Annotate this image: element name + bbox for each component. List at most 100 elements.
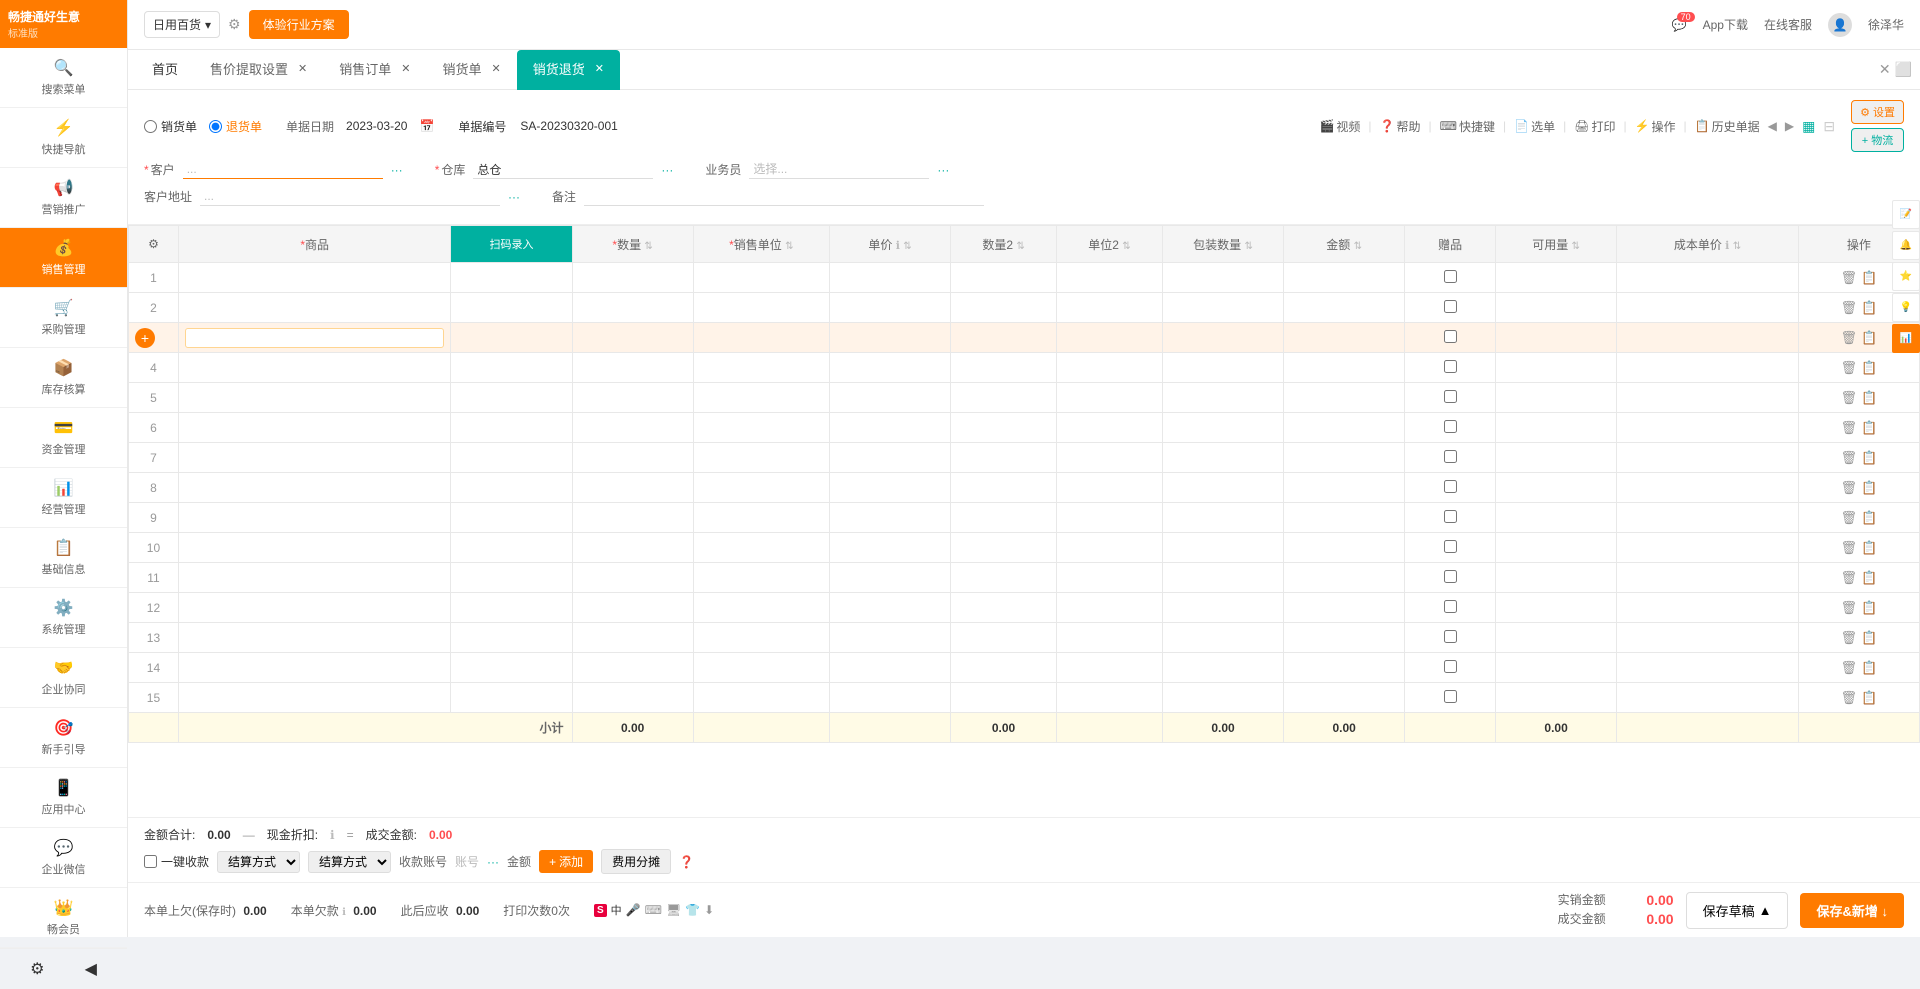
copy-icon[interactable]: 📋 [1861,300,1877,316]
quick-pay-checkbox[interactable]: 一键收款 [144,853,209,870]
delete-icon[interactable]: 🗑 [1841,450,1858,466]
copy-icon[interactable]: 📋 [1861,390,1877,406]
price-info-icon[interactable]: ℹ [896,240,900,252]
copy-icon[interactable]: 📋 [1861,660,1877,676]
account-select-dots[interactable]: ··· [487,855,499,869]
radio-return[interactable]: 退货单 [209,118,262,135]
gift-checkbox[interactable] [1444,480,1457,493]
copy-icon[interactable]: 📋 [1861,600,1877,616]
staff-input[interactable] [749,160,929,179]
delete-icon[interactable]: 🗑 [1841,330,1858,346]
product-cell[interactable] [178,683,451,713]
message-icon[interactable]: 💬 70 [1672,18,1687,32]
product-cell[interactable] [178,263,451,293]
unit2-sort-icon[interactable]: ⇅ [1122,241,1130,252]
sidebar-item-appstore[interactable]: 📱 应用中心 [0,768,127,828]
close-all-icon[interactable]: ✕ [1879,61,1891,78]
sidebar-item-weixin[interactable]: 💬 企业微信 [0,828,127,888]
customer-input[interactable] [183,160,383,179]
sidebar-item-sales[interactable]: 💰 销售管理 [0,228,127,288]
copy-icon[interactable]: 📋 [1861,330,1877,346]
online-service-link[interactable]: 在线客服 [1764,16,1812,33]
app-download-link[interactable]: App下载 [1703,16,1748,33]
video-btn[interactable]: 🎬 视频 [1319,118,1360,135]
th-settings[interactable]: ⚙ [129,226,179,263]
warehouse-input[interactable] [473,160,653,179]
gear-settings-icon[interactable]: ⚙ [228,16,241,33]
copy-icon[interactable]: 📋 [1861,690,1877,706]
sidebar-item-inventory[interactable]: 📦 库存核算 [0,348,127,408]
tab-sales-return[interactable]: 销货退货 ✕ [517,50,620,90]
copy-icon[interactable]: 📋 [1861,630,1877,646]
product-cell[interactable] [178,293,451,323]
gift-checkbox[interactable] [1444,510,1457,523]
sidebar-item-newbie[interactable]: 🎯 新手引导 [0,708,127,768]
address-select-dots[interactable]: ··· [508,190,520,204]
quick-pay-input[interactable] [144,855,157,868]
quick-action-item[interactable]: 📊 [1892,324,1920,353]
product-cell[interactable] [178,593,451,623]
quick-action-item[interactable]: 📝 [1892,200,1920,229]
shortcut-btn[interactable]: ⌨ 快捷键 [1440,118,1495,135]
product-cell[interactable] [178,383,451,413]
sidebar-item-basic[interactable]: 📋 基础信息 [0,528,127,588]
logistics-button[interactable]: + 物流 [1851,128,1904,152]
tab-sales-order[interactable]: 销售订单 ✕ [323,50,426,90]
copy-icon[interactable]: 📋 [1861,510,1877,526]
delete-icon[interactable]: 🗑 [1841,510,1858,526]
detail-view-icon[interactable]: ⊟ [1823,118,1835,135]
product-cell[interactable] [178,413,451,443]
price-sort-icon[interactable]: ⇅ [903,241,911,252]
product-cell[interactable] [178,353,451,383]
quick-action-item[interactable]: 💡 [1892,293,1920,322]
radio-delivery[interactable]: 销货单 [144,118,197,135]
delete-icon[interactable]: 🗑 [1841,600,1858,616]
product-cell[interactable] [178,503,451,533]
delete-icon[interactable]: 🗑 [1841,570,1858,586]
history-btn[interactable]: 📋 历史单据 [1695,118,1760,135]
copy-icon[interactable]: 📋 [1861,270,1877,286]
address-input[interactable] [200,187,500,206]
cost-sort-icon[interactable]: ⇅ [1733,241,1741,252]
add-row-button[interactable]: + [135,328,155,348]
experience-button[interactable]: 体验行业方案 [249,10,349,39]
cost-info-icon[interactable]: ℹ [1725,240,1729,252]
sidebar-item-operations[interactable]: 📊 经营管理 [0,468,127,528]
close-icon[interactable]: ✕ [595,62,604,75]
gift-checkbox[interactable] [1444,390,1457,403]
pack-sort-icon[interactable]: ⇅ [1245,241,1253,252]
delete-icon[interactable]: 🗑 [1841,270,1858,286]
quick-action-item[interactable]: 🔔 [1892,231,1920,260]
help-btn[interactable]: ❓ 帮助 [1380,118,1421,135]
unit-sort-icon[interactable]: ⇅ [785,241,793,252]
calendar-icon[interactable]: 📅 [419,119,434,133]
sidebar-item-purchase[interactable]: 🛒 采购管理 [0,288,127,348]
once-balance-icon[interactable]: ℹ [342,907,346,918]
sidebar-item-shortcut[interactable]: ⚡ 快捷导航 [0,108,127,168]
gift-checkbox[interactable] [1444,270,1457,283]
gift-checkbox[interactable] [1444,420,1457,433]
qty-sort-icon[interactable]: ⇅ [644,241,652,252]
product-cell[interactable] [178,653,451,683]
copy-icon[interactable]: 📋 [1861,480,1877,496]
next-icon[interactable]: ▶ [1785,119,1794,133]
table-settings-icon[interactable]: ⚙ [148,237,159,251]
delete-icon[interactable]: 🗑 [1841,690,1858,706]
operate-btn[interactable]: ⚡ 操作 [1635,118,1676,135]
customer-select-dots[interactable]: ··· [391,163,403,177]
delete-icon[interactable]: 🗑 [1841,480,1858,496]
save-draft-button[interactable]: 保存草稿 ▲ [1686,892,1789,929]
gift-checkbox[interactable] [1444,660,1457,673]
radio-delivery-input[interactable] [144,120,157,133]
sidebar-item-finance[interactable]: 💳 资金管理 [0,408,127,468]
product-cell[interactable] [178,443,451,473]
copy-icon[interactable]: 📋 [1861,570,1877,586]
remark-input[interactable] [584,187,984,206]
delete-icon[interactable]: 🗑 [1841,540,1858,556]
sidebar-item-system[interactable]: ⚙️ 系统管理 [0,588,127,648]
gift-checkbox[interactable] [1444,540,1457,553]
delete-icon[interactable]: 🗑 [1841,660,1858,676]
delete-icon[interactable]: 🗑 [1841,630,1858,646]
gift-checkbox[interactable] [1444,360,1457,373]
amount-sort-icon[interactable]: ⇅ [1354,241,1362,252]
